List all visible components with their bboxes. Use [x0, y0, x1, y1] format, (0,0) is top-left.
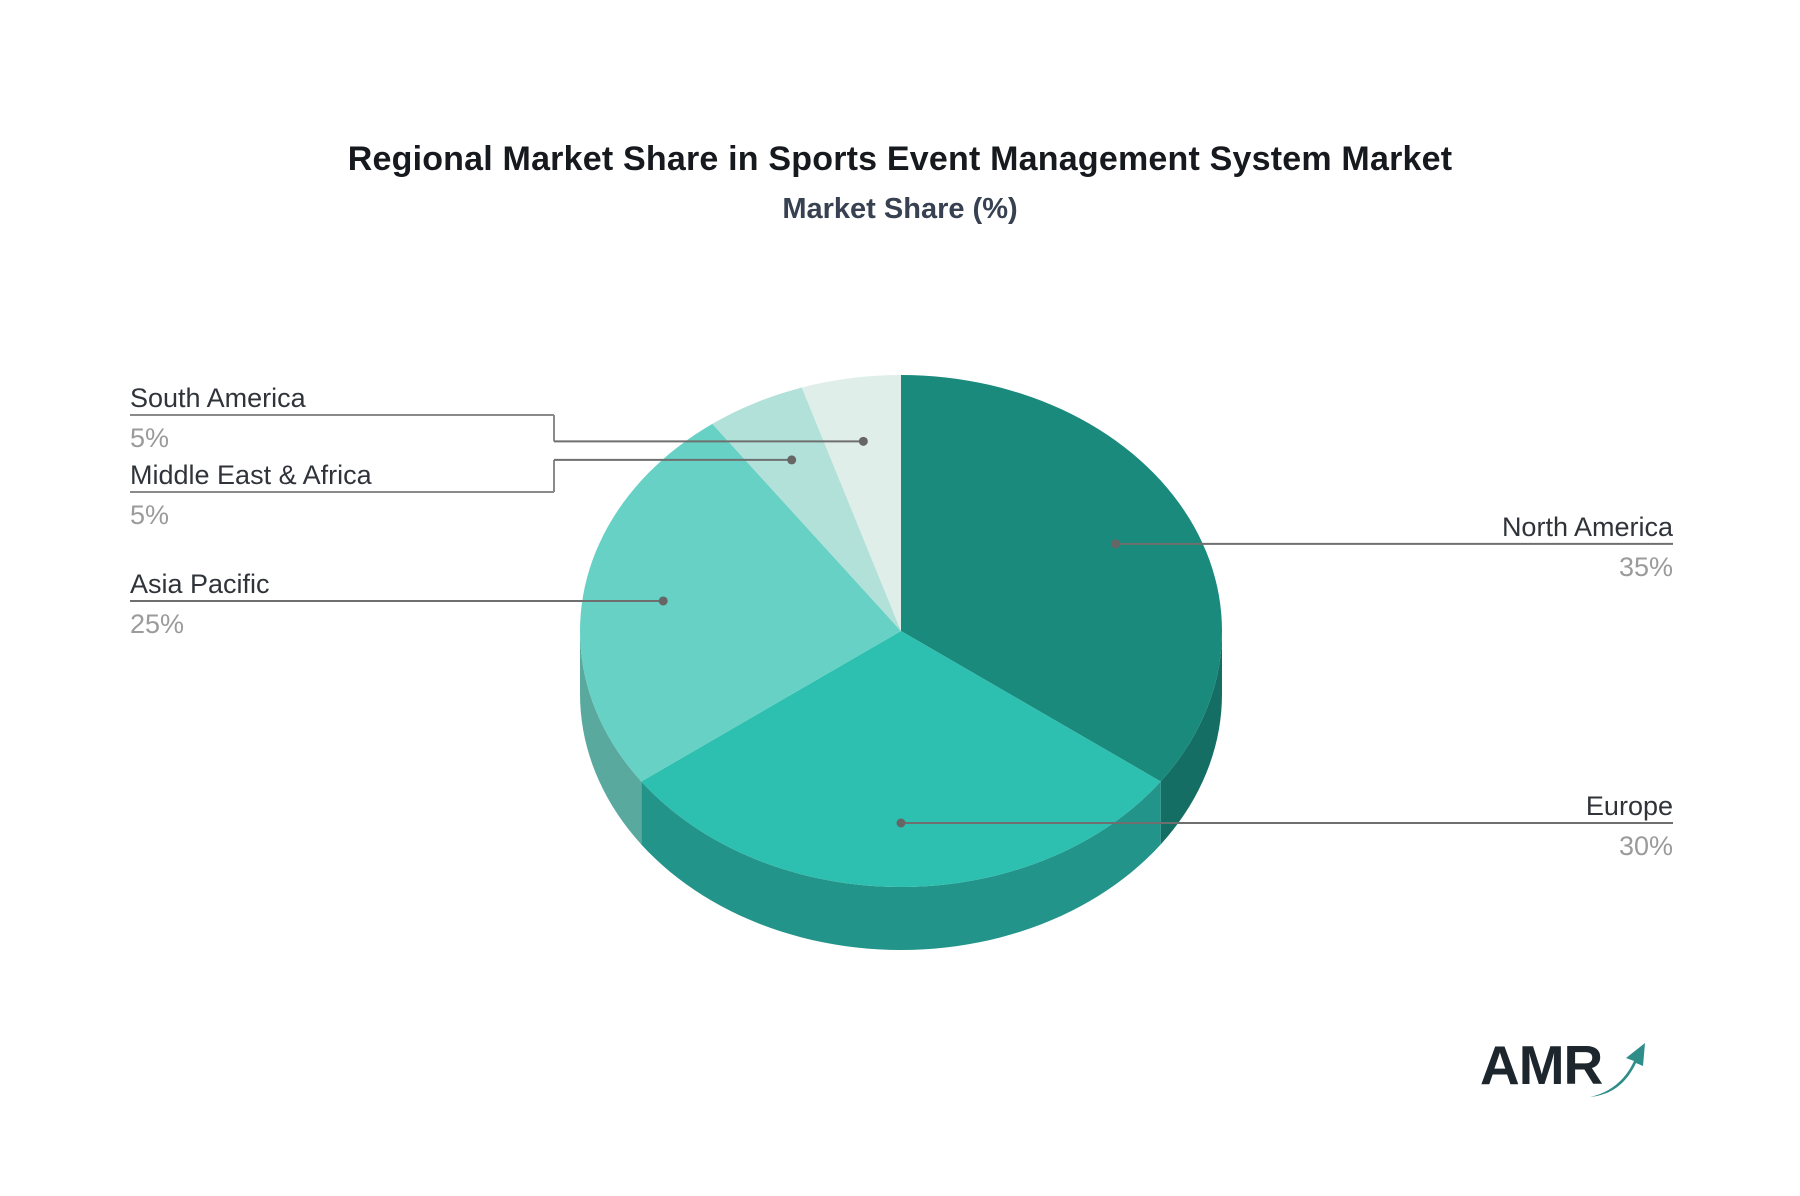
- leader-dot-asia-pacific: [658, 596, 668, 606]
- amr-logo: AMR: [1480, 1036, 1680, 1100]
- leader-dot-europe: [896, 818, 906, 828]
- leader-dot-middle-east-and-africa: [787, 455, 797, 465]
- amr-logo-text: AMR: [1480, 1034, 1603, 1096]
- leader-dot-south-america: [858, 436, 868, 446]
- leader-dot-north-america: [1111, 539, 1121, 549]
- pie-chart-canvas: [130, 375, 1673, 950]
- amr-logo-arrow-icon: [1590, 1043, 1645, 1097]
